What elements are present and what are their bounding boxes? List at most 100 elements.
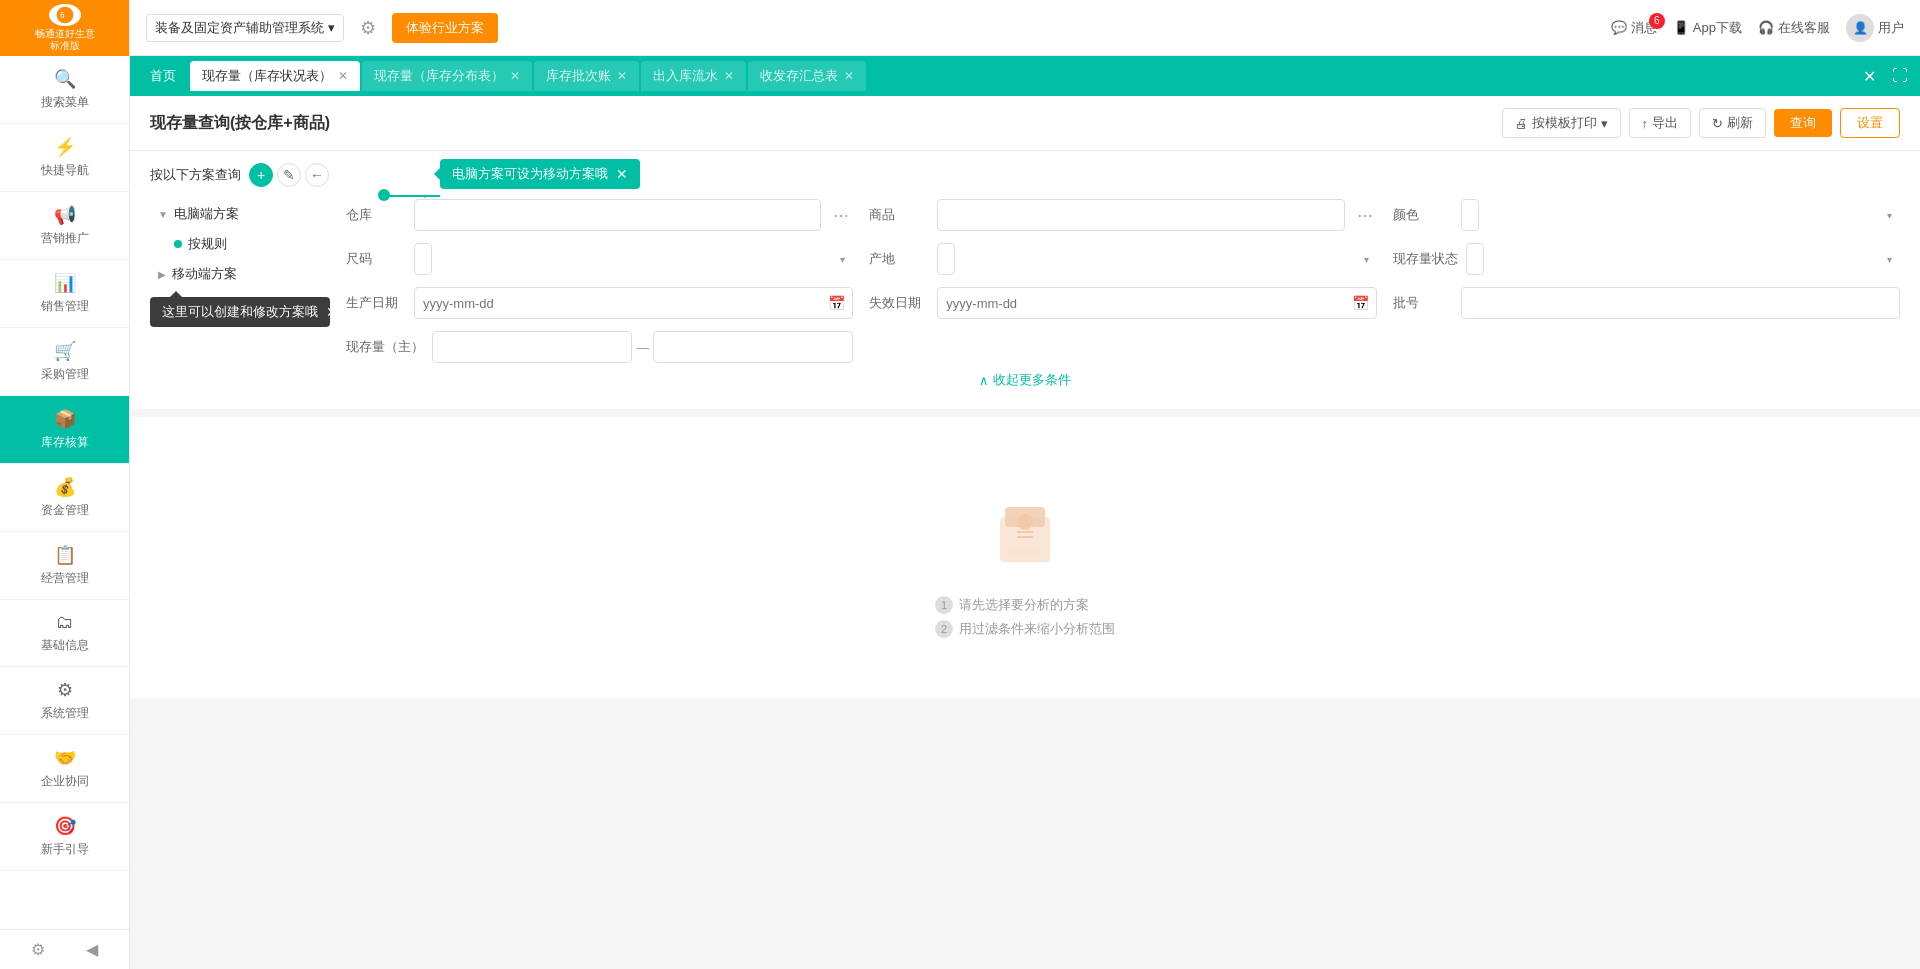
stock-status-select[interactable] bbox=[1466, 243, 1484, 275]
messages-btn[interactable]: 💬 消息 6 bbox=[1611, 19, 1657, 37]
tab-batch-ledger[interactable]: 库存批次账 ✕ bbox=[534, 61, 639, 91]
tab-close-inventory-status[interactable]: ✕ bbox=[338, 69, 348, 83]
svg-point-4 bbox=[1017, 514, 1033, 530]
batch-no-input[interactable] bbox=[1461, 287, 1900, 319]
add-scheme-btn[interactable]: + bbox=[249, 163, 273, 187]
stock-qty-min[interactable] bbox=[432, 331, 632, 363]
connector-arrow-icon: ← bbox=[420, 187, 436, 205]
page-actions: 🖨 按模板打印 ▾ ↑ 导出 ↻ 刷新 查询 设置 bbox=[1502, 108, 1901, 138]
print-btn[interactable]: 🖨 按模板打印 ▾ bbox=[1502, 108, 1621, 138]
filter-row-origin: 产地 ▾ bbox=[869, 243, 1376, 275]
refresh-btn[interactable]: ↻ 刷新 bbox=[1699, 108, 1766, 138]
print-icon: 🖨 bbox=[1515, 116, 1528, 131]
expiry-date-start[interactable] bbox=[937, 287, 1376, 319]
sidebar-item-search[interactable]: 🔍 搜索菜单 bbox=[0, 56, 129, 124]
empty-icon bbox=[975, 477, 1075, 580]
scheme-tooltip-text: 电脑方案可设为移动方案哦 bbox=[452, 165, 608, 183]
tab-close-inventory-distribution[interactable]: ✕ bbox=[510, 69, 520, 83]
header-right: 💬 消息 6 📱 App下载 🎧 在线客服 👤 用户 bbox=[1611, 14, 1904, 42]
tab-close-batch-ledger[interactable]: ✕ bbox=[617, 69, 627, 83]
settings-icon[interactable]: ⚙ bbox=[356, 13, 380, 43]
back-icon: ← bbox=[310, 167, 324, 183]
query-btn[interactable]: 查询 bbox=[1774, 109, 1832, 137]
edit-tooltip-close[interactable]: ✕ bbox=[326, 304, 338, 320]
collapse-sidebar-icon[interactable]: ◀ bbox=[86, 940, 98, 959]
settings-btn-page[interactable]: 设置 bbox=[1840, 108, 1900, 138]
sidebar-item-enterprise[interactable]: 🤝 企业协同 bbox=[0, 735, 129, 803]
sidebar-item-system[interactable]: ⚙ 系统管理 bbox=[0, 667, 129, 735]
user-avatar-btn[interactable]: 👤 用户 bbox=[1846, 14, 1904, 42]
edit-icon: ✎ bbox=[283, 167, 295, 183]
tab-inventory-status[interactable]: 现存量（库存状况表） ✕ bbox=[190, 61, 360, 91]
warehouse-label: 仓库 bbox=[346, 206, 406, 224]
filter-section: 按以下方案查询 + ✎ ← 电脑方案可设为移动方案哦 ✕ bbox=[130, 151, 1920, 409]
tip-num-1: 1 bbox=[935, 596, 953, 614]
sidebar-item-inventory[interactable]: 📦 库存核算 bbox=[0, 396, 129, 464]
color-select[interactable] bbox=[1461, 199, 1479, 231]
stock-qty-range: — bbox=[432, 331, 853, 363]
production-date-start[interactable] bbox=[414, 287, 853, 319]
sidebar: 6 畅通道好生意 标准版 🔍 搜索菜单 ⚡ 快捷导航 📢 营销推广 📊 销售管理… bbox=[0, 0, 130, 969]
size-label: 尺码 bbox=[346, 250, 406, 268]
sidebar-item-guide[interactable]: 🎯 新手引导 bbox=[0, 803, 129, 871]
stock-status-label: 现存量状态 bbox=[1393, 250, 1458, 268]
origin-select[interactable] bbox=[937, 243, 955, 275]
edit-scheme-btn[interactable]: ✎ bbox=[277, 163, 301, 187]
filter-title: 按以下方案查询 bbox=[150, 166, 241, 184]
warehouse-input[interactable] bbox=[414, 199, 821, 231]
sidebar-item-basic-info[interactable]: 🗂 基础信息 bbox=[0, 600, 129, 667]
main-area: 装备及固定资产辅助管理系统 ▾ ⚙ 体验行业方案 💬 消息 6 📱 App下载 … bbox=[130, 0, 1920, 969]
edit-tooltip: 这里可以创建和修改方案哦 ✕ bbox=[150, 297, 330, 327]
sidebar-bottom: ⚙ ◀ bbox=[0, 929, 129, 969]
scheme-item-default[interactable]: 按规则 bbox=[150, 229, 330, 259]
batch-no-label: 批号 bbox=[1393, 294, 1453, 312]
sidebar-item-sales[interactable]: 📊 销售管理 bbox=[0, 260, 129, 328]
production-date-start-icon[interactable]: 📅 bbox=[828, 295, 845, 311]
sidebar-nav: 🔍 搜索菜单 ⚡ 快捷导航 📢 营销推广 📊 销售管理 🛒 采购管理 📦 库存核… bbox=[0, 56, 129, 929]
logo-text: 畅通道好生意 标准版 bbox=[35, 28, 95, 52]
app-download-btn[interactable]: 📱 App下载 bbox=[1673, 19, 1742, 37]
color-select-wrapper: ▾ bbox=[1461, 199, 1900, 231]
tab-receive-summary[interactable]: 收发存汇总表 ✕ bbox=[748, 61, 866, 91]
size-select-wrapper: ▾ bbox=[414, 243, 853, 275]
system-icon: ⚙ bbox=[57, 679, 73, 701]
search-icon: 🔍 bbox=[54, 68, 76, 90]
tab-fullscreen-icon[interactable]: ⛶ bbox=[1888, 63, 1912, 89]
sidebar-item-purchase[interactable]: 🛒 采购管理 bbox=[0, 328, 129, 396]
system-name-dropdown[interactable]: 装备及固定资产辅助管理系统 ▾ bbox=[146, 14, 344, 42]
page-title: 现存量查询(按仓库+商品) bbox=[150, 113, 330, 134]
size-chevron-icon: ▾ bbox=[840, 254, 845, 265]
sidebar-item-marketing[interactable]: 📢 营销推广 bbox=[0, 192, 129, 260]
scheme-expand-icon: ▼ bbox=[158, 209, 168, 220]
scheme-item-pc[interactable]: ▼ 电脑端方案 bbox=[150, 199, 330, 229]
sidebar-item-finance[interactable]: 💰 资金管理 bbox=[0, 464, 129, 532]
sidebar-item-quick-nav[interactable]: ⚡ 快捷导航 bbox=[0, 124, 129, 192]
expiry-date-start-icon[interactable]: 📅 bbox=[1352, 295, 1369, 311]
collapse-btn[interactable]: ∧ 收起更多条件 bbox=[150, 363, 1900, 397]
tab-close-receive-summary[interactable]: ✕ bbox=[844, 69, 854, 83]
export-btn[interactable]: ↑ 导出 bbox=[1629, 108, 1692, 138]
scheme-tooltip-close[interactable]: ✕ bbox=[616, 166, 628, 182]
tab-close-all-icon[interactable]: ✕ bbox=[1859, 63, 1880, 90]
size-select[interactable] bbox=[414, 243, 432, 275]
color-chevron-icon: ▾ bbox=[1887, 210, 1892, 221]
tab-inventory-distribution[interactable]: 现存量（库存分布表） ✕ bbox=[362, 61, 532, 91]
stock-qty-max[interactable] bbox=[653, 331, 853, 363]
tab-close-in-out-flow[interactable]: ✕ bbox=[724, 69, 734, 83]
tab-home[interactable]: 首页 bbox=[138, 61, 188, 91]
online-support-btn[interactable]: 🎧 在线客服 bbox=[1758, 19, 1830, 37]
sidebar-item-operations[interactable]: 📋 经营管理 bbox=[0, 532, 129, 600]
back-btn[interactable]: ← bbox=[305, 163, 329, 187]
filter-row-stock-qty: 现存量（主） — bbox=[346, 331, 853, 363]
industry-btn[interactable]: 体验行业方案 bbox=[392, 13, 498, 43]
product-input[interactable] bbox=[937, 199, 1344, 231]
warehouse-dots-icon[interactable]: ⋯ bbox=[829, 206, 853, 225]
scheme-item-mobile[interactable]: ▶ 移动端方案 bbox=[150, 259, 330, 289]
empty-tip-2: 2 用过滤条件来缩小分析范围 bbox=[935, 620, 1115, 638]
collapse-up-icon: ∧ bbox=[979, 373, 989, 388]
product-dots-icon[interactable]: ⋯ bbox=[1353, 206, 1377, 225]
filter-row-product: 商品 ⋯ bbox=[869, 199, 1376, 231]
filter-fields-grid: 仓库 ⋯ 商品 ⋯ 颜色 ▾ bbox=[346, 199, 1900, 363]
tab-in-out-flow[interactable]: 出入库流水 ✕ bbox=[641, 61, 746, 91]
settings-bottom-icon[interactable]: ⚙ bbox=[31, 940, 45, 959]
